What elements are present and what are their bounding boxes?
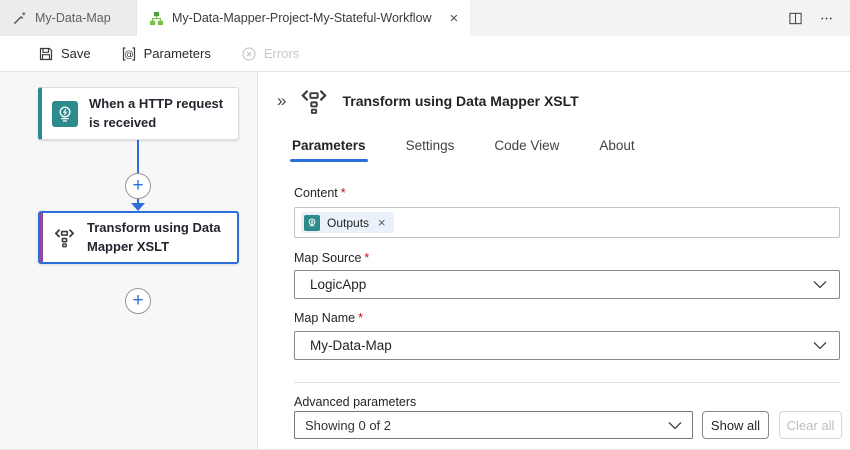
show-all-button[interactable]: Show all [702, 411, 769, 439]
split-editor-icon[interactable] [788, 11, 803, 26]
map-name-value: My-Data-Map [310, 338, 392, 353]
error-circle-icon [241, 46, 257, 62]
xslt-transform-icon [299, 86, 329, 116]
chevron-down-icon [668, 421, 682, 430]
tab-label: My-Data-Mapper-Project-My-Stateful-Workf… [172, 11, 432, 25]
section-divider [294, 382, 840, 383]
design-wand-icon [12, 11, 27, 26]
parameters-label: Parameters [144, 46, 211, 61]
errors-label: Errors [264, 46, 299, 61]
http-request-icon [304, 215, 320, 231]
map-source-dropdown[interactable]: LogicApp [294, 270, 840, 299]
required-marker: * [341, 186, 346, 200]
clear-all-button[interactable]: Clear all [779, 411, 842, 439]
content-label: Content* [294, 186, 346, 200]
main-content: When a HTTP request is received + Transf… [0, 72, 850, 449]
outputs-token-chip[interactable]: Outputs × [301, 212, 394, 233]
connector-arrow-icon [131, 203, 145, 211]
at-parameters-icon: @ [121, 46, 137, 62]
svg-text:@: @ [124, 49, 134, 60]
panel-header: » Transform using Data Mapper XSLT [277, 84, 579, 118]
map-name-dropdown[interactable]: My-Data-Map [294, 331, 840, 360]
map-source-label: Map Source* [294, 251, 369, 265]
panel-tabs: Parameters Settings Code View About [288, 134, 639, 162]
add-step-button[interactable]: + [125, 288, 151, 314]
map-name-label: Map Name* [294, 311, 363, 325]
close-icon[interactable]: × [450, 11, 459, 26]
command-toolbar: Save @ Parameters Errors [0, 36, 850, 72]
chevron-down-icon [813, 341, 827, 350]
tab-about[interactable]: About [595, 134, 638, 162]
remove-token-icon[interactable]: × [378, 216, 386, 229]
tab-bar-spacer [470, 0, 788, 36]
tab-workflow[interactable]: My-Data-Mapper-Project-My-Stateful-Workf… [137, 0, 470, 36]
panel-title: Transform using Data Mapper XSLT [342, 93, 578, 109]
save-label: Save [61, 46, 91, 61]
tab-my-data-map[interactable]: My-Data-Map [0, 0, 137, 36]
node-transform-xslt[interactable]: Transform using Data Mapper XSLT [38, 211, 239, 264]
advanced-parameters-label: Advanced parameters [294, 395, 416, 409]
editor-tab-bar: My-Data-Map My-Data-Mapper-Project-My-St… [0, 0, 850, 36]
node-title: When a HTTP request is received [89, 95, 228, 133]
map-source-value: LogicApp [310, 277, 366, 292]
more-actions-icon[interactable] [819, 11, 834, 26]
xslt-transform-icon [53, 226, 76, 249]
required-marker: * [358, 311, 363, 325]
workflow-icon [149, 11, 164, 26]
save-button[interactable]: Save [28, 40, 101, 68]
node-http-request-trigger[interactable]: When a HTTP request is received [38, 87, 239, 140]
advanced-parameters-dropdown[interactable]: Showing 0 of 2 [294, 411, 693, 439]
advanced-dropdown-value: Showing 0 of 2 [305, 418, 391, 433]
plus-icon: + [132, 290, 143, 312]
operation-panel: » Transform using Data Mapper XSLT Param… [258, 72, 850, 449]
errors-button[interactable]: Errors [231, 40, 309, 68]
insert-step-button[interactable]: + [125, 173, 151, 199]
tab-parameters[interactable]: Parameters [288, 134, 370, 162]
node-title: Transform using Data Mapper XSLT [87, 219, 227, 257]
content-input[interactable]: Outputs × [294, 207, 840, 238]
workflow-canvas[interactable]: When a HTTP request is received + Transf… [0, 72, 258, 449]
logic-app-designer-window: My-Data-Map My-Data-Mapper-Project-My-St… [0, 0, 850, 450]
save-icon [38, 46, 54, 62]
required-marker: * [364, 251, 369, 265]
chevron-down-icon [813, 280, 827, 289]
http-request-icon [52, 101, 78, 127]
token-label: Outputs [327, 216, 369, 230]
parameters-button[interactable]: @ Parameters [111, 40, 221, 68]
tab-label: My-Data-Map [35, 11, 111, 25]
plus-icon: + [132, 175, 143, 197]
tab-bar-actions [788, 0, 850, 36]
tab-settings[interactable]: Settings [402, 134, 459, 162]
collapse-panel-icon[interactable]: » [277, 91, 286, 111]
tab-code-view[interactable]: Code View [490, 134, 563, 162]
